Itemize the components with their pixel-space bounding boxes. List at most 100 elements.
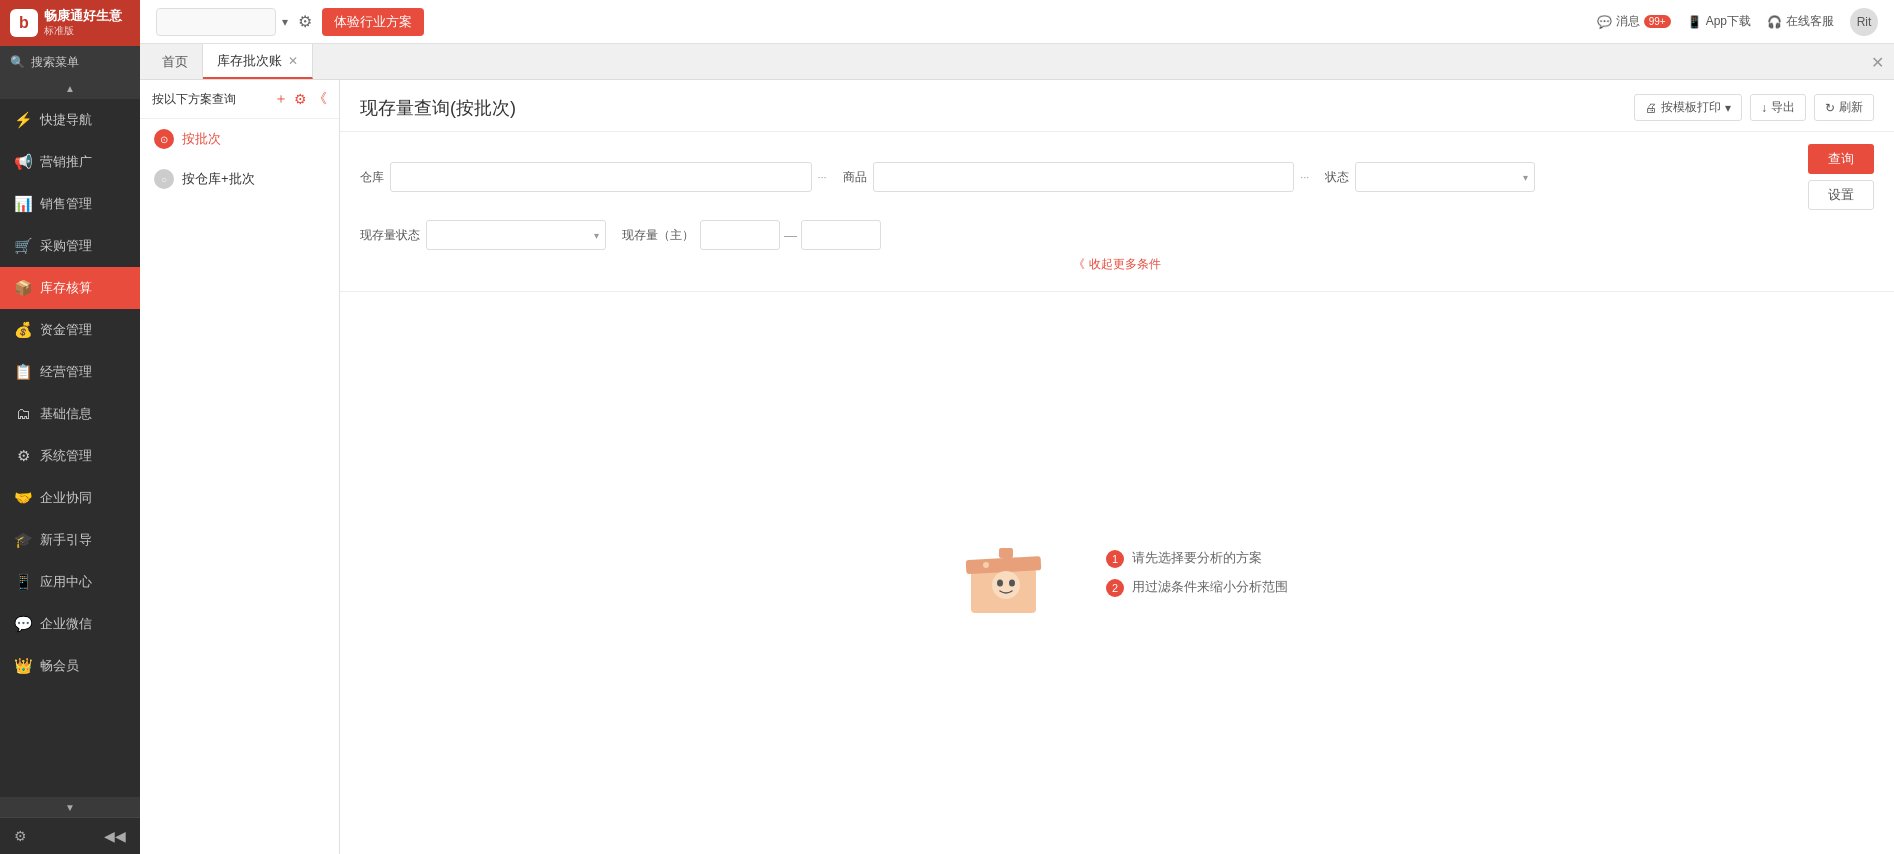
print-btn[interactable]: 🖨 按模板打印 ▾ [1634, 94, 1742, 121]
sidebar-scroll-up[interactable]: ▲ [0, 79, 140, 99]
query-btn[interactable]: 查询 [1808, 144, 1874, 174]
sidebar-item-system[interactable]: ⚙ 系统管理 [0, 435, 140, 477]
collapse-chevron-icon: 《 [1073, 256, 1085, 273]
right-panel: 现存量查询(按批次) 🖨 按模板打印 ▾ ↓ 导出 ↻ 刷新 [340, 80, 1894, 854]
topbar-gear-btn[interactable]: ⚙ [298, 12, 312, 31]
topbar-search-input[interactable] [156, 8, 276, 36]
quantity-label: 现存量（主） [622, 227, 694, 244]
sidebar-item-label: 系统管理 [40, 447, 92, 465]
sidebar-item-member[interactable]: 👑 畅会员 [0, 645, 140, 687]
empty-illustration [946, 513, 1066, 633]
inventory-icon: 📦 [14, 279, 32, 297]
online-service-item[interactable]: 🎧 在线客服 [1767, 13, 1834, 30]
left-panel-header: 按以下方案查询 ＋ ⚙ 《 [140, 80, 339, 119]
refresh-btn[interactable]: ↻ 刷新 [1814, 94, 1874, 121]
filter-area: 仓库 ··· 商品 ··· 状态 [340, 132, 1894, 292]
empty-hint-1: 1 请先选择要分析的方案 [1106, 549, 1288, 568]
sidebar-item-quick-nav[interactable]: ⚡ 快捷导航 [0, 99, 140, 141]
add-plan-btn[interactable]: ＋ [274, 90, 288, 108]
settings-plan-btn[interactable]: ⚙ [294, 91, 307, 107]
sidebar-item-purchase[interactable]: 🛒 采购管理 [0, 225, 140, 267]
app-name: 畅康通好生意 [44, 8, 122, 24]
sidebar-item-label: 应用中心 [40, 573, 92, 591]
messages-item[interactable]: 💬 消息 99+ [1597, 13, 1671, 30]
hint-2-text: 用过滤条件来缩小分析范围 [1132, 578, 1288, 596]
collapse-sidebar-btn[interactable]: ◀◀ [104, 828, 126, 844]
sidebar-item-label: 销售管理 [40, 195, 92, 213]
search-icon: 🔍 [10, 55, 25, 69]
member-icon: 👑 [14, 657, 32, 675]
sidebar-item-label: 畅会员 [40, 657, 79, 675]
warehouse-more-btn[interactable]: ··· [818, 171, 827, 183]
plan-label: 按仓库+批次 [182, 170, 255, 188]
sidebar-item-label: 经营管理 [40, 363, 92, 381]
plan-active-icon: ⊙ [154, 129, 174, 149]
refresh-label: 刷新 [1839, 99, 1863, 116]
sidebar-scroll-down[interactable]: ▼ [0, 797, 140, 817]
tab-inventory-batch[interactable]: 库存批次账 ✕ [203, 44, 313, 79]
sidebar-item-newbie[interactable]: 🎓 新手引导 [0, 519, 140, 561]
sidebar-item-label: 库存核算 [40, 279, 92, 297]
app-download-item[interactable]: 📱 App下载 [1687, 13, 1751, 30]
left-panel-actions: ＋ ⚙ 《 [274, 90, 327, 108]
sidebar-item-label: 快捷导航 [40, 111, 92, 129]
product-input[interactable] [873, 162, 1295, 192]
range-separator: — [784, 228, 797, 243]
tab-close-icon[interactable]: ✕ [288, 54, 298, 68]
quick-nav-icon: ⚡ [14, 111, 32, 129]
quantity-max-input[interactable] [801, 220, 881, 250]
svg-point-4 [1009, 580, 1015, 587]
warehouse-input[interactable] [390, 162, 812, 192]
print-icon: 🖨 [1645, 101, 1657, 115]
app-title-block: 畅康通好生意 标准版 [44, 8, 122, 38]
sidebar: b 畅康通好生意 标准版 🔍 搜索菜单 ▲ ⚡ 快捷导航 📢 营销推广 📊 销售… [0, 0, 140, 854]
tab-bar-close-btn[interactable]: ✕ [1871, 52, 1884, 71]
main-area: ▾ ⚙ 体验行业方案 💬 消息 99+ 📱 App下载 🎧 在线客服 Rit [140, 0, 1894, 854]
sidebar-item-sales[interactable]: 📊 销售管理 [0, 183, 140, 225]
topbar-dropdown-btn[interactable]: ▾ [282, 15, 288, 29]
topbar-left: ▾ ⚙ 体验行业方案 [156, 8, 424, 36]
collapse-label: 收起更多条件 [1089, 256, 1161, 273]
filter-row-1: 仓库 ··· 商品 ··· 状态 [360, 144, 1874, 210]
user-item[interactable]: Rit [1850, 8, 1878, 36]
svg-point-2 [992, 571, 1020, 599]
export-icon: ↓ [1761, 101, 1767, 115]
sidebar-nav: ⚡ 快捷导航 📢 营销推广 📊 销售管理 🛒 采购管理 📦 库存核算 💰 资金管… [0, 99, 140, 797]
sidebar-item-label: 新手引导 [40, 531, 92, 549]
sidebar-item-wechat[interactable]: 💬 企业微信 [0, 603, 140, 645]
sidebar-item-label: 营销推广 [40, 153, 92, 171]
plan-item-by-warehouse-batch[interactable]: ○ 按仓库+批次 [140, 159, 339, 199]
svg-point-5 [983, 562, 989, 568]
sidebar-item-finance[interactable]: 💰 资金管理 [0, 309, 140, 351]
product-more-btn[interactable]: ··· [1300, 171, 1309, 183]
sidebar-item-appstore[interactable]: 📱 应用中心 [0, 561, 140, 603]
collapse-panel-btn[interactable]: 《 [313, 90, 327, 108]
industry-btn[interactable]: 体验行业方案 [322, 8, 424, 36]
collapse-bar[interactable]: 《 收起更多条件 [360, 250, 1874, 279]
sidebar-item-marketing[interactable]: 📢 营销推广 [0, 141, 140, 183]
messages-badge: 99+ [1644, 15, 1671, 28]
print-label: 按模板打印 [1661, 99, 1721, 116]
newbie-icon: 🎓 [14, 531, 32, 549]
tab-home[interactable]: 首页 [148, 44, 203, 79]
sidebar-item-basics[interactable]: 🗂 基础信息 [0, 393, 140, 435]
status-select[interactable] [1355, 162, 1535, 192]
settings-btn[interactable]: 设置 [1808, 180, 1874, 210]
empty-state: 1 请先选择要分析的方案 2 用过滤条件来缩小分析范围 [340, 292, 1894, 854]
plan-item-by-batch[interactable]: ⊙ 按批次 [140, 119, 339, 159]
sidebar-search[interactable]: 🔍 搜索菜单 [0, 46, 140, 79]
sidebar-item-operations[interactable]: 📋 经营管理 [0, 351, 140, 393]
product-label: 商品 [843, 169, 867, 186]
quantity-min-input[interactable] [700, 220, 780, 250]
phone-icon: 📱 [1687, 15, 1702, 29]
sidebar-item-inventory[interactable]: 📦 库存核算 [0, 267, 140, 309]
avatar: Rit [1850, 8, 1878, 36]
sidebar-item-enterprise[interactable]: 🤝 企业协同 [0, 477, 140, 519]
topbar: ▾ ⚙ 体验行业方案 💬 消息 99+ 📱 App下载 🎧 在线客服 Rit [140, 0, 1894, 44]
sidebar-footer: ⚙ ◀◀ [0, 817, 140, 854]
print-dropdown-icon: ▾ [1725, 101, 1731, 115]
user-label: Rit [1857, 15, 1872, 29]
settings-footer-btn[interactable]: ⚙ [14, 828, 27, 844]
inventory-status-select[interactable] [426, 220, 606, 250]
export-btn[interactable]: ↓ 导出 [1750, 94, 1806, 121]
